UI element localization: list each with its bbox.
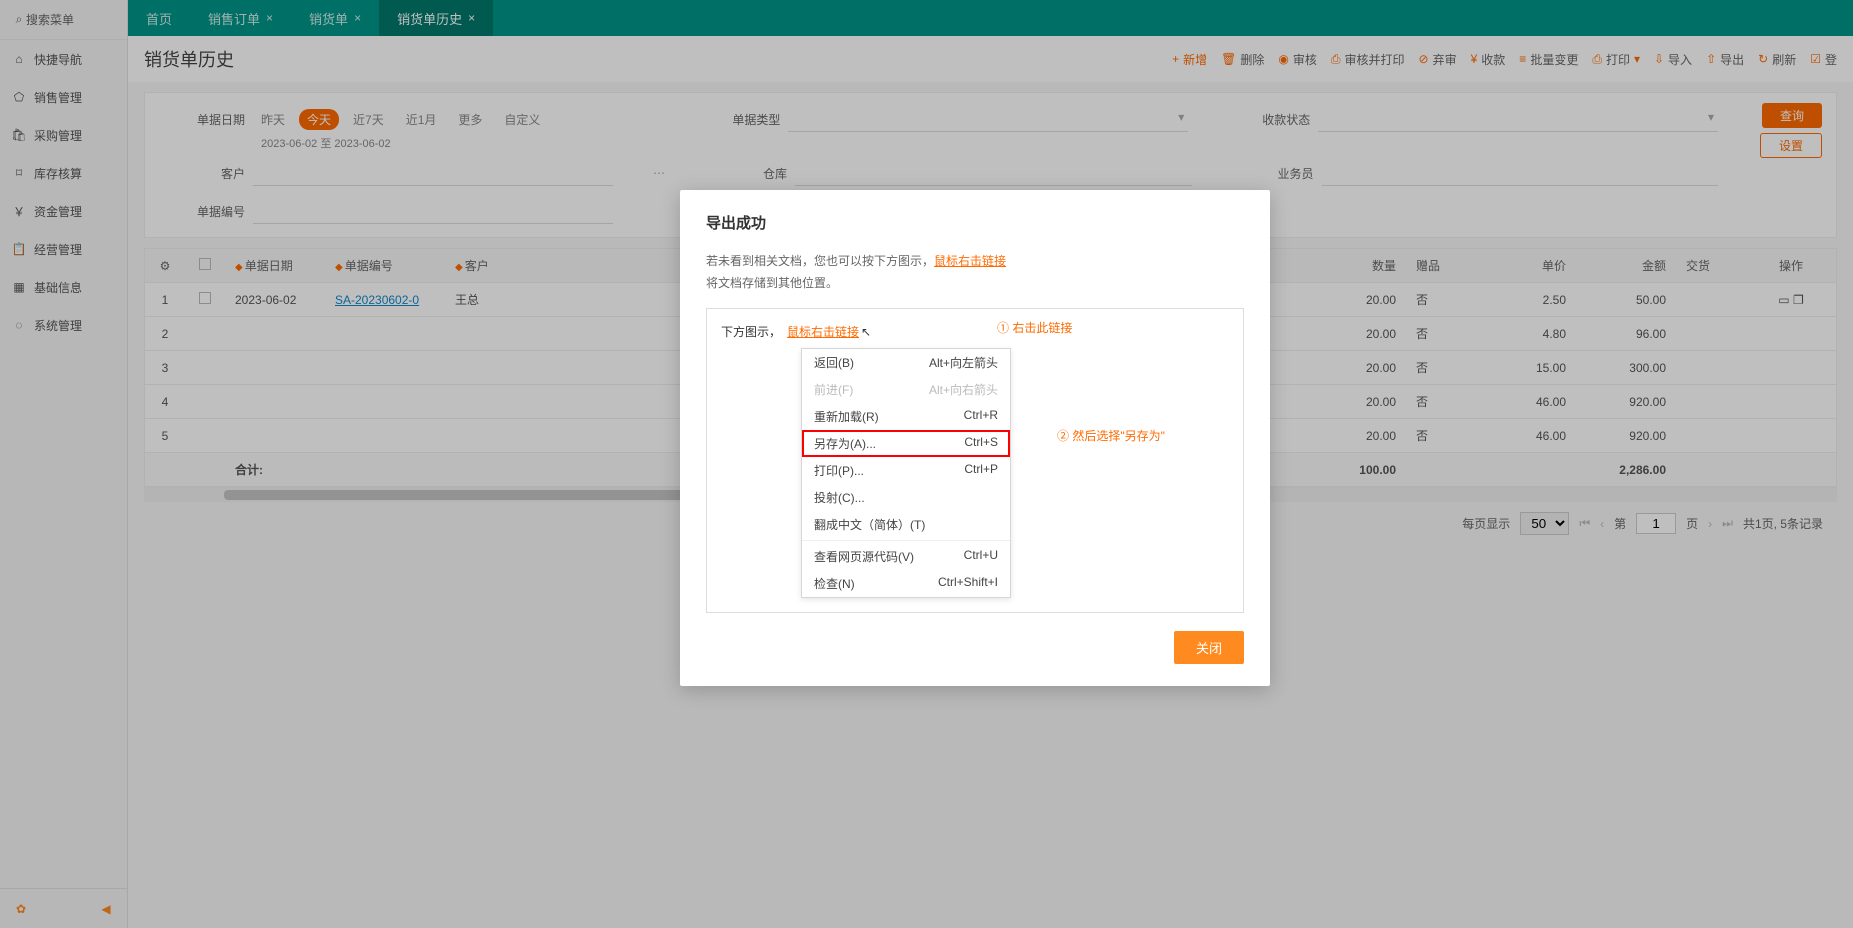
context-menu-item: 投射(C)... [802, 484, 1010, 511]
context-menu-item: 重新加载(R)Ctrl+R [802, 403, 1010, 430]
export-success-modal: 导出成功 若未看到相关文档，您也可以按下方图示，鼠标右击链接 将文档存储到其他位… [680, 190, 1270, 686]
callout-2: ② 然后选择"另存为" [1057, 427, 1165, 444]
context-menu-item: 检查(N)Ctrl+Shift+I [802, 570, 1010, 597]
modal-title: 导出成功 [706, 212, 1244, 233]
callout-1: ① 右击此链接 [997, 319, 1072, 336]
illustration: 下方图示， 鼠标右击链接 ↖ ① 右击此链接 返回(B)Alt+向左箭头前进(F… [706, 308, 1244, 613]
context-menu: 返回(B)Alt+向左箭头前进(F)Alt+向右箭头重新加载(R)Ctrl+R另… [801, 348, 1011, 598]
right-click-link[interactable]: 鼠标右击链接 [934, 254, 1006, 268]
context-menu-item: 查看网页源代码(V)Ctrl+U [802, 543, 1010, 570]
context-menu-item: 翻成中文（简体）(T) [802, 511, 1010, 538]
illus-link: 鼠标右击链接 [787, 323, 859, 340]
context-menu-item: 另存为(A)...Ctrl+S [802, 430, 1010, 457]
context-menu-item: 打印(P)...Ctrl+P [802, 457, 1010, 484]
close-button[interactable]: 关闭 [1174, 631, 1244, 664]
context-menu-item: 返回(B)Alt+向左箭头 [802, 349, 1010, 376]
context-menu-item: 前进(F)Alt+向右箭头 [802, 376, 1010, 403]
cursor-icon: ↖ [861, 325, 871, 339]
modal-text: 若未看到相关文档，您也可以按下方图示，鼠标右击链接 将文档存储到其他位置。 [706, 251, 1244, 294]
